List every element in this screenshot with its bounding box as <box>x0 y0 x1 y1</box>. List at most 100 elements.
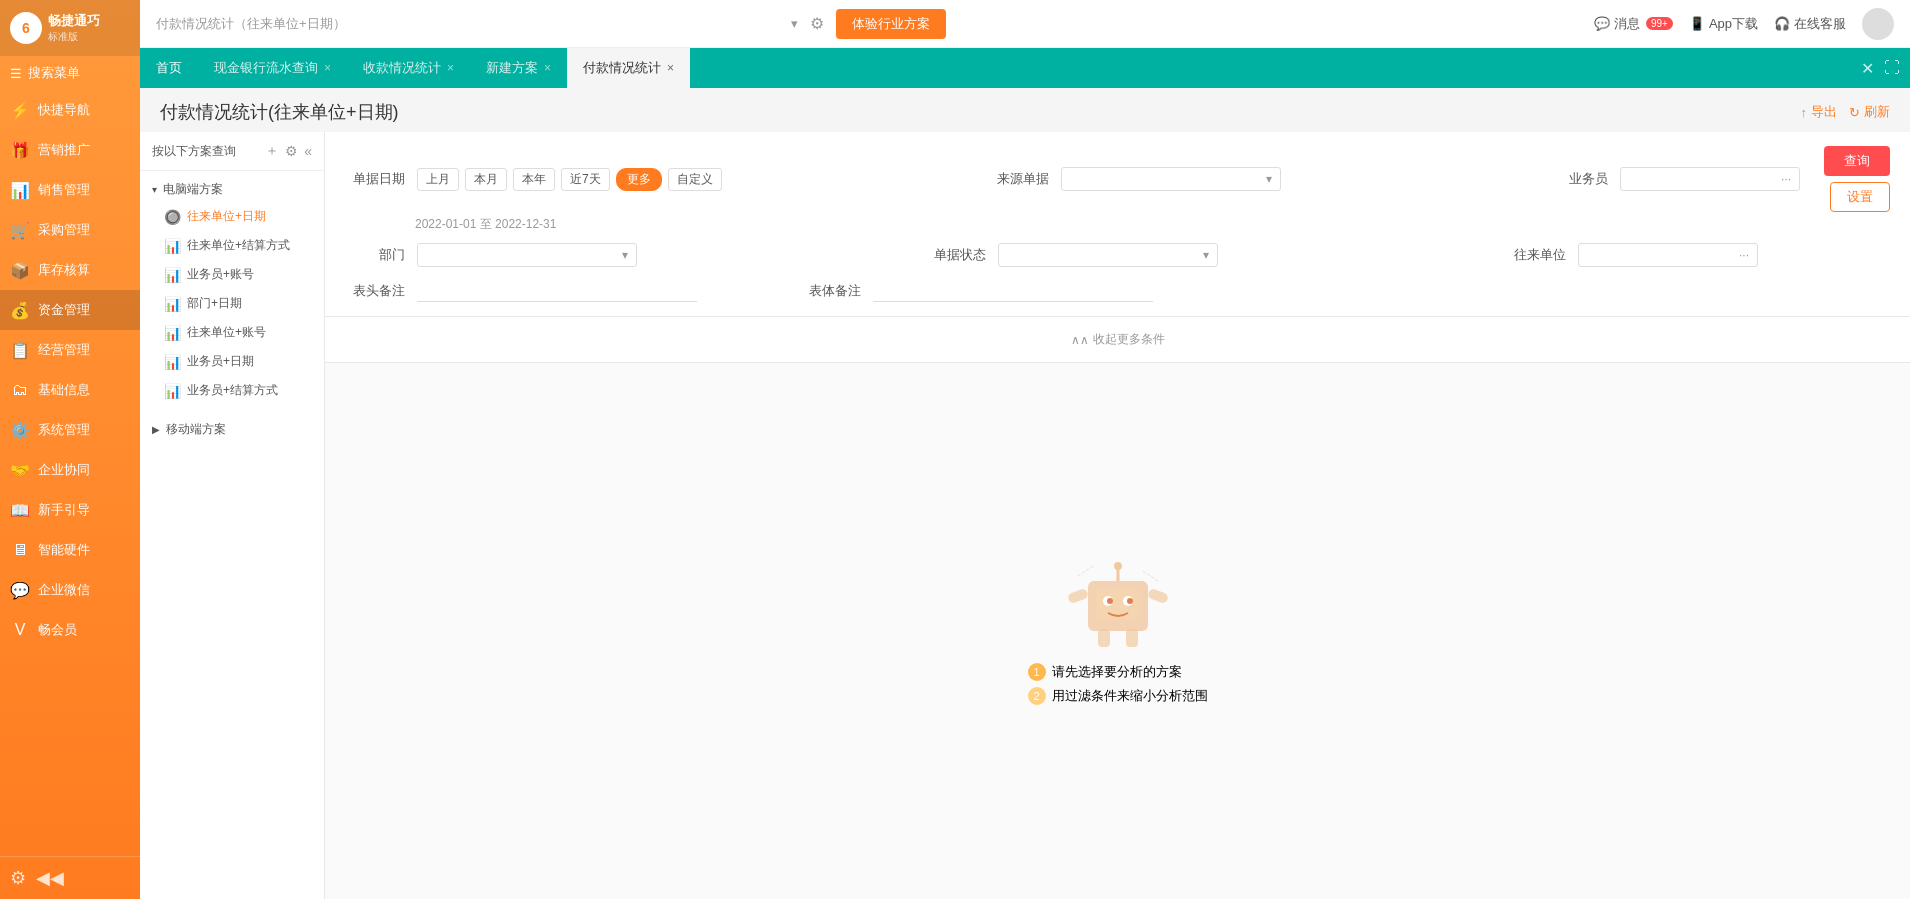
scheme-item-label: 业务员+账号 <box>187 266 254 283</box>
trial-btn[interactable]: 体验行业方案 <box>836 9 946 39</box>
collapse-btn[interactable]: ∧∧ 收起更多条件 <box>1051 325 1185 354</box>
scheme-item-5[interactable]: 📊 业务员+日期 <box>140 347 324 376</box>
add-scheme-icon[interactable]: ＋ <box>265 142 279 160</box>
export-btn[interactable]: ↑ 导出 <box>1801 103 1838 121</box>
date-more-btn[interactable]: 更多 <box>616 168 662 191</box>
sidebar-item-purchase[interactable]: 🛒 采购管理 <box>0 210 140 250</box>
tab-close-icon[interactable]: × <box>324 61 331 75</box>
scheme-item-icon-5: 📊 <box>164 354 181 370</box>
sidebar-item-sales[interactable]: 📊 销售管理 <box>0 170 140 210</box>
online-service-action[interactable]: 🎧 在线客服 <box>1774 15 1846 33</box>
date-custom-btn[interactable]: 自定义 <box>668 168 722 191</box>
app-download-action[interactable]: 📱 App下载 <box>1689 15 1758 33</box>
scheme-item-4[interactable]: 📊 往来单位+账号 <box>140 318 324 347</box>
source-select[interactable]: ▾ <box>1061 167 1281 191</box>
settings-icon[interactable]: ⚙ <box>10 867 26 889</box>
svg-point-5 <box>1127 598 1133 604</box>
chevron-right-icon: ▶ <box>152 424 160 435</box>
doc-status-select[interactable]: ▾ <box>998 243 1218 267</box>
close-all-tabs-icon[interactable]: ✕ <box>1861 59 1874 78</box>
sidebar-item-wechat[interactable]: 💬 企业微信 <box>0 570 140 610</box>
sidebar-item-system[interactable]: ⚙️ 系统管理 <box>0 410 140 450</box>
sidebar-item-label: 企业微信 <box>38 581 90 599</box>
topbar-chevron-icon[interactable]: ▾ <box>791 16 798 31</box>
date-btn-本年[interactable]: 本年 <box>513 168 555 191</box>
tab-receipt[interactable]: 收款情况统计× <box>347 48 470 88</box>
sidebar-item-label: 基础信息 <box>38 381 90 399</box>
date-btn-上月[interactable]: 上月 <box>417 168 459 191</box>
scheme-mobile-section: ▶ 移动端方案 <box>140 411 324 448</box>
user-avatar[interactable] <box>1862 8 1894 40</box>
scheme-panel-title: 按以下方案查询 <box>152 143 259 160</box>
scheme-mobile-toggle[interactable]: ▶ 移动端方案 <box>140 417 324 442</box>
scheme-item-3[interactable]: 📊 部门+日期 <box>140 289 324 318</box>
member-icon: V <box>10 620 30 640</box>
date-btn-近7天[interactable]: 近7天 <box>561 168 610 191</box>
scheme-desktop-toggle[interactable]: ▾ 电脑端方案 <box>140 177 324 202</box>
source-label: 来源单据 <box>989 170 1049 188</box>
sidebar-item-operations[interactable]: 📋 经营管理 <box>0 330 140 370</box>
scheme-panel: 按以下方案查询 ＋ ⚙ « ▾ 电脑端方案 🔘 往来单位+日期 📊 往来单位+结… <box>140 132 325 899</box>
date-btn-本月[interactable]: 本月 <box>465 168 507 191</box>
collapse-bar: ∧∧ 收起更多条件 <box>325 317 1910 363</box>
sidebar-item-enterprise[interactable]: 🤝 企业协同 <box>0 450 140 490</box>
collapse-sidebar-icon[interactable]: ◀◀ <box>36 867 64 889</box>
topbar-actions: 💬 消息 99+ 📱 App下载 🎧 在线客服 <box>1594 8 1894 40</box>
inventory-icon: 📦 <box>10 260 30 280</box>
settings-btn[interactable]: 设置 <box>1830 182 1890 212</box>
sidebar-item-guide[interactable]: 📖 新手引导 <box>0 490 140 530</box>
empty-tips: 1 请先选择要分析的方案 2 用过滤条件来缩小分析范围 <box>1028 663 1208 711</box>
tab-bank[interactable]: 现金银行流水查询× <box>198 48 347 88</box>
svg-rect-10 <box>1098 629 1110 647</box>
salesperson-label: 业务员 <box>1548 170 1608 188</box>
tab-payment[interactable]: 付款情况统计 × <box>567 48 690 88</box>
tab-label: 付款情况统计 <box>583 59 661 77</box>
tab-new-scheme[interactable]: 新建方案 × <box>470 48 567 88</box>
sidebar-item-quick-nav[interactable]: ⚡ 快捷导航 <box>0 90 140 130</box>
refresh-btn[interactable]: ↻ 刷新 <box>1849 103 1890 121</box>
sidebar-logo: 6 畅捷通巧 标准版 <box>0 0 140 56</box>
sidebar-item-inventory[interactable]: 📦 库存核算 <box>0 250 140 290</box>
tab-home[interactable]: 首页 <box>140 48 198 88</box>
tab-close-icon[interactable]: × <box>667 61 674 75</box>
sidebar-item-hardware[interactable]: 🖥 智能硬件 <box>0 530 140 570</box>
dept-label: 部门 <box>345 246 405 264</box>
sidebar-nav: ⚡ 快捷导航 🎁 营销推广 📊 销售管理 🛒 采购管理 📦 库存核算 💰 资金管… <box>0 90 140 856</box>
salesperson-select[interactable]: ··· <box>1620 167 1800 191</box>
tip-text-1: 请先选择要分析的方案 <box>1052 663 1182 681</box>
remark-body-input[interactable] <box>873 279 1153 302</box>
date-range-text: 2022-01-01 至 2022-12-31 <box>415 217 556 231</box>
sidebar-item-basic[interactable]: 🗂 基础信息 <box>0 370 140 410</box>
scheme-item-0[interactable]: 🔘 往来单位+日期 <box>140 202 324 231</box>
sidebar-item-member[interactable]: V 畅会员 <box>0 610 140 650</box>
tab-close-icon[interactable]: × <box>544 61 551 75</box>
system-icon: ⚙️ <box>10 420 30 440</box>
logo-text: 畅捷通巧 <box>48 12 100 30</box>
collapse-panel-icon[interactable]: « <box>304 143 312 159</box>
scheme-item-2[interactable]: 📊 业务员+账号 <box>140 260 324 289</box>
scheme-settings-icon[interactable]: ⚙ <box>285 143 298 159</box>
tip-text-2: 用过滤条件来缩小分析范围 <box>1052 687 1208 705</box>
message-action[interactable]: 💬 消息 99+ <box>1594 15 1673 33</box>
service-icon: 🎧 <box>1774 16 1790 31</box>
query-btn[interactable]: 查询 <box>1824 146 1890 176</box>
remark-head-label: 表头备注 <box>345 282 405 300</box>
dept-select[interactable]: ▾ <box>417 243 637 267</box>
content-area: 付款情况统计(往来单位+日期) ↑ 导出 ↻ 刷新 按以下方案查询 ＋ ⚙ <box>140 88 1910 899</box>
topbar-gear-icon[interactable]: ⚙ <box>810 14 824 33</box>
date-label: 单据日期 <box>345 170 405 188</box>
remark-head-input[interactable] <box>417 279 697 302</box>
search-menu[interactable]: ☰ 搜索菜单 <box>0 56 140 90</box>
scheme-item-icon-1: 📊 <box>164 238 181 254</box>
expand-tab-icon[interactable]: ⛶ <box>1884 59 1900 77</box>
tab-close-icon[interactable]: × <box>447 61 454 75</box>
source-select-chevron-icon: ▾ <box>1266 172 1272 186</box>
scheme-item-6[interactable]: 📊 业务员+结算方式 <box>140 376 324 405</box>
export-icon: ↑ <box>1801 105 1808 120</box>
scheme-item-1[interactable]: 📊 往来单位+结算方式 <box>140 231 324 260</box>
sidebar-item-fund[interactable]: 💰 资金管理 <box>0 290 140 330</box>
counterpart-select[interactable]: ··· <box>1578 243 1758 267</box>
tab-label: 新建方案 <box>486 59 538 77</box>
sidebar-item-marketing[interactable]: 🎁 营销推广 <box>0 130 140 170</box>
dept-chevron-icon: ▾ <box>622 248 628 262</box>
